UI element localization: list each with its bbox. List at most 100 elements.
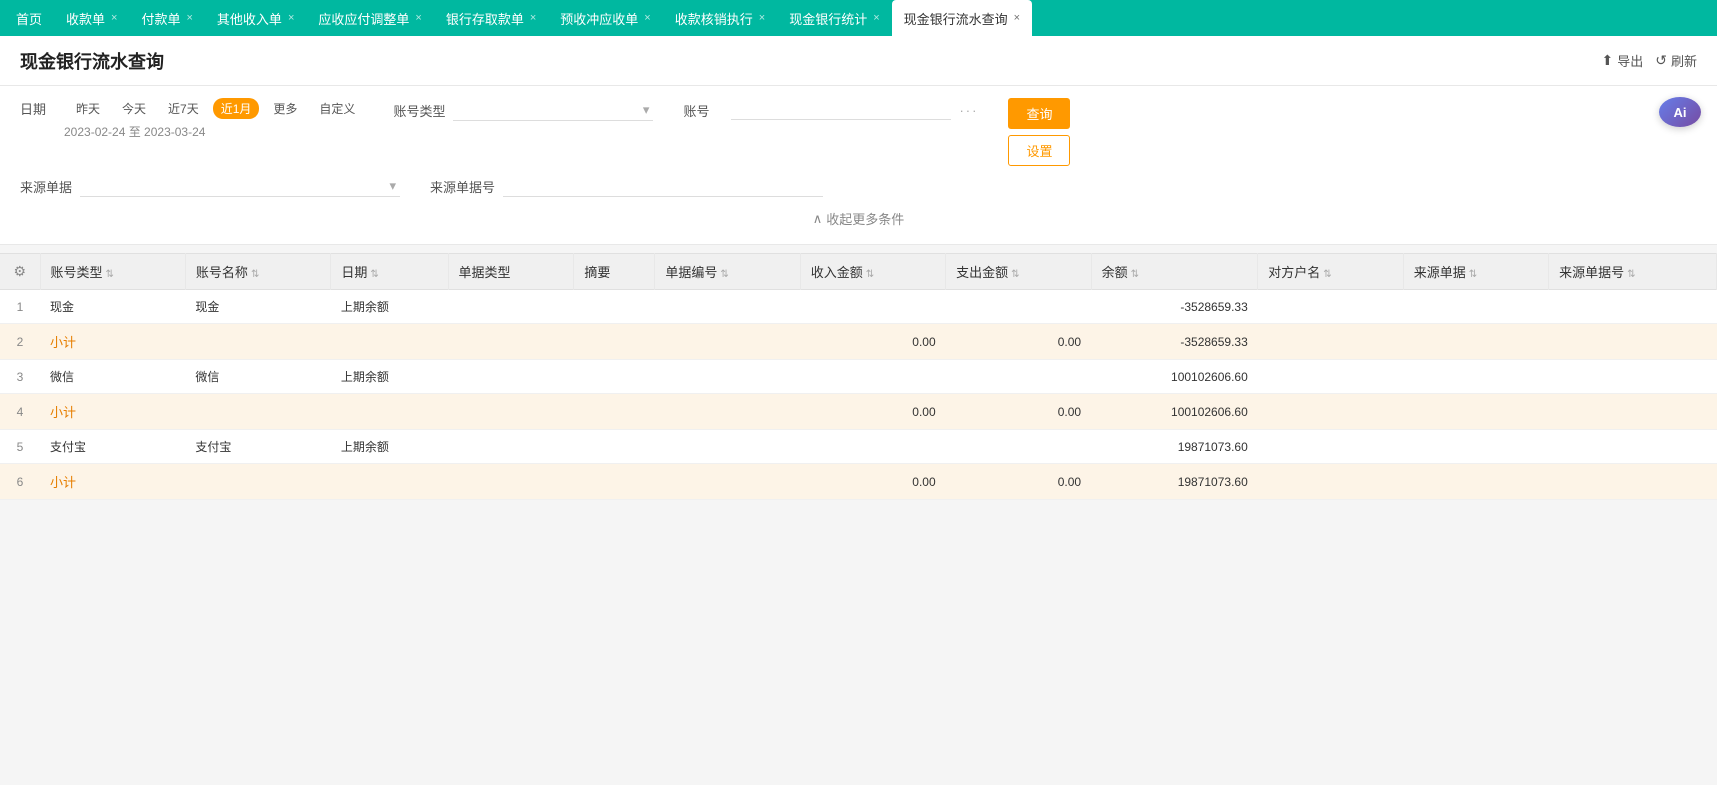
source-doc-num-input[interactable] [503, 177, 823, 197]
cell-source-doc [1403, 430, 1548, 464]
gear-icon[interactable]: ⚙ [13, 263, 26, 279]
nav-item-payment[interactable]: 付款单 × [129, 0, 204, 36]
ai-badge[interactable]: Ai [1659, 97, 1701, 127]
date-range-display: 2023-02-24 至 2023-03-24 [64, 125, 205, 139]
refresh-icon: ↺ [1655, 52, 1667, 69]
row-number: 3 [0, 360, 40, 394]
table-row: 2小计0.000.00-3528659.33 [0, 324, 1717, 360]
close-icon[interactable]: × [415, 12, 421, 24]
cell-expense: 0.00 [946, 464, 1091, 500]
sort-icon: ⇅ [1469, 269, 1477, 280]
cell-source-doc-num [1549, 394, 1717, 430]
cell-account-type: 支付宝 [40, 430, 185, 464]
col-expense[interactable]: 支出金额⇅ [946, 254, 1091, 290]
cell-doc-type [448, 290, 574, 324]
dropdown-arrow-icon-2: ▾ [389, 178, 396, 194]
nav-item-home[interactable]: 首页 [4, 0, 54, 36]
col-source-doc-num[interactable]: 来源单据号⇅ [1549, 254, 1717, 290]
cell-source-doc [1403, 290, 1548, 324]
cell-account-type: 现金 [40, 290, 185, 324]
cell-counterpart [1258, 394, 1403, 430]
date-opt-7days[interactable]: 近7天 [160, 98, 207, 119]
col-income[interactable]: 收入金额⇅ [800, 254, 945, 290]
cell-account-name [185, 324, 330, 360]
refresh-button[interactable]: ↺ 刷新 [1655, 51, 1697, 70]
nav-item-verify[interactable]: 收款核销执行 × [663, 0, 777, 36]
collapse-button[interactable]: ∧ 收起更多条件 [20, 205, 1697, 232]
cell-doc-type [448, 430, 574, 464]
export-button[interactable]: ⬆ 导出 [1602, 51, 1644, 70]
table-row: 1现金现金上期余额-3528659.33 [0, 290, 1717, 324]
cell-summary [574, 394, 655, 430]
table-row: 5支付宝支付宝上期余额19871073.60 [0, 430, 1717, 464]
query-button[interactable]: 查询 [1008, 98, 1070, 129]
account-dots-button[interactable]: ··· [959, 103, 978, 118]
cell-doc-num [655, 324, 800, 360]
cell-date: 上期余额 [331, 360, 448, 394]
collapse-up-icon: ∧ [813, 211, 823, 227]
col-date[interactable]: 日期⇅ [331, 254, 448, 290]
close-icon[interactable]: × [873, 12, 879, 24]
col-counterpart[interactable]: 对方户名⇅ [1258, 254, 1403, 290]
page-header: 现金银行流水查询 ⬆ 导出 ↺ 刷新 [0, 36, 1717, 86]
nav-item-flow-query[interactable]: 现金银行流水查询 × [892, 0, 1032, 36]
table-body: 1现金现金上期余额-3528659.332小计0.000.00-3528659.… [0, 290, 1717, 500]
col-balance[interactable]: 余额⇅ [1091, 254, 1258, 290]
settings-button[interactable]: 设置 [1008, 135, 1070, 166]
nav-item-receipt[interactable]: 收款单 × [54, 0, 129, 36]
cell-income: 0.00 [800, 394, 945, 430]
account-input[interactable] [731, 100, 951, 120]
close-icon[interactable]: × [186, 12, 192, 24]
col-doc-type[interactable]: 单据类型 [448, 254, 574, 290]
cell-source-doc-num [1549, 290, 1717, 324]
cell-balance: -3528659.33 [1091, 324, 1258, 360]
cell-counterpart [1258, 290, 1403, 324]
date-opt-yesterday[interactable]: 昨天 [68, 98, 108, 119]
cell-doc-num [655, 360, 800, 394]
source-doc-label: 来源单据 [20, 177, 72, 196]
table-container: ⚙ 账号类型⇅ 账号名称⇅ 日期⇅ 单据类型 摘要 单据编号⇅ [0, 253, 1717, 500]
nav-item-adjustment[interactable]: 应收应付调整单 × [306, 0, 433, 36]
sort-icon: ⇅ [1011, 269, 1019, 280]
nav-item-advance[interactable]: 预收冲应收单 × [548, 0, 662, 36]
data-table: ⚙ 账号类型⇅ 账号名称⇅ 日期⇅ 单据类型 摘要 单据编号⇅ [0, 253, 1717, 500]
cell-doc-type [448, 464, 574, 500]
close-icon[interactable]: × [759, 12, 765, 24]
sort-icon: ⇅ [251, 269, 259, 280]
col-summary[interactable]: 摘要 [574, 254, 655, 290]
close-icon[interactable]: × [1014, 12, 1020, 24]
source-doc-select[interactable]: ▾ [80, 176, 400, 197]
cell-income [800, 430, 945, 464]
sort-icon: ⇅ [370, 269, 378, 280]
sort-icon: ⇅ [866, 269, 874, 280]
close-icon[interactable]: × [288, 12, 294, 24]
close-icon[interactable]: × [111, 12, 117, 24]
date-opt-more[interactable]: 更多 [265, 98, 305, 119]
cell-counterpart [1258, 430, 1403, 464]
col-account-type[interactable]: 账号类型⇅ [40, 254, 185, 290]
close-icon[interactable]: × [644, 12, 650, 24]
cell-balance: 100102606.60 [1091, 360, 1258, 394]
nav-item-bank-deposit[interactable]: 银行存取款单 × [434, 0, 548, 36]
col-settings[interactable]: ⚙ [0, 254, 40, 290]
cell-summary [574, 290, 655, 324]
date-opt-custom[interactable]: 自定义 [311, 98, 363, 119]
nav-item-other-income[interactable]: 其他收入单 × [205, 0, 306, 36]
date-options: 昨天 今天 近7天 近1月 更多 自定义 [68, 98, 363, 119]
cell-date [331, 324, 448, 360]
col-source-doc[interactable]: 来源单据⇅ [1403, 254, 1548, 290]
cell-balance: -3528659.33 [1091, 290, 1258, 324]
header-actions: ⬆ 导出 ↺ 刷新 [1602, 51, 1698, 70]
col-doc-num[interactable]: 单据编号⇅ [655, 254, 800, 290]
cell-source-doc-num [1549, 324, 1717, 360]
sort-icon: ⇅ [1131, 269, 1139, 280]
col-account-name[interactable]: 账号名称⇅ [185, 254, 330, 290]
close-icon[interactable]: × [530, 12, 536, 24]
cell-source-doc [1403, 324, 1548, 360]
date-opt-today[interactable]: 今天 [114, 98, 154, 119]
nav-item-stats[interactable]: 现金银行统计 × [777, 0, 891, 36]
account-type-select[interactable]: ▾ [453, 100, 653, 121]
account-label: 账号 [683, 101, 723, 120]
date-opt-1month[interactable]: 近1月 [213, 98, 260, 119]
cell-income [800, 290, 945, 324]
